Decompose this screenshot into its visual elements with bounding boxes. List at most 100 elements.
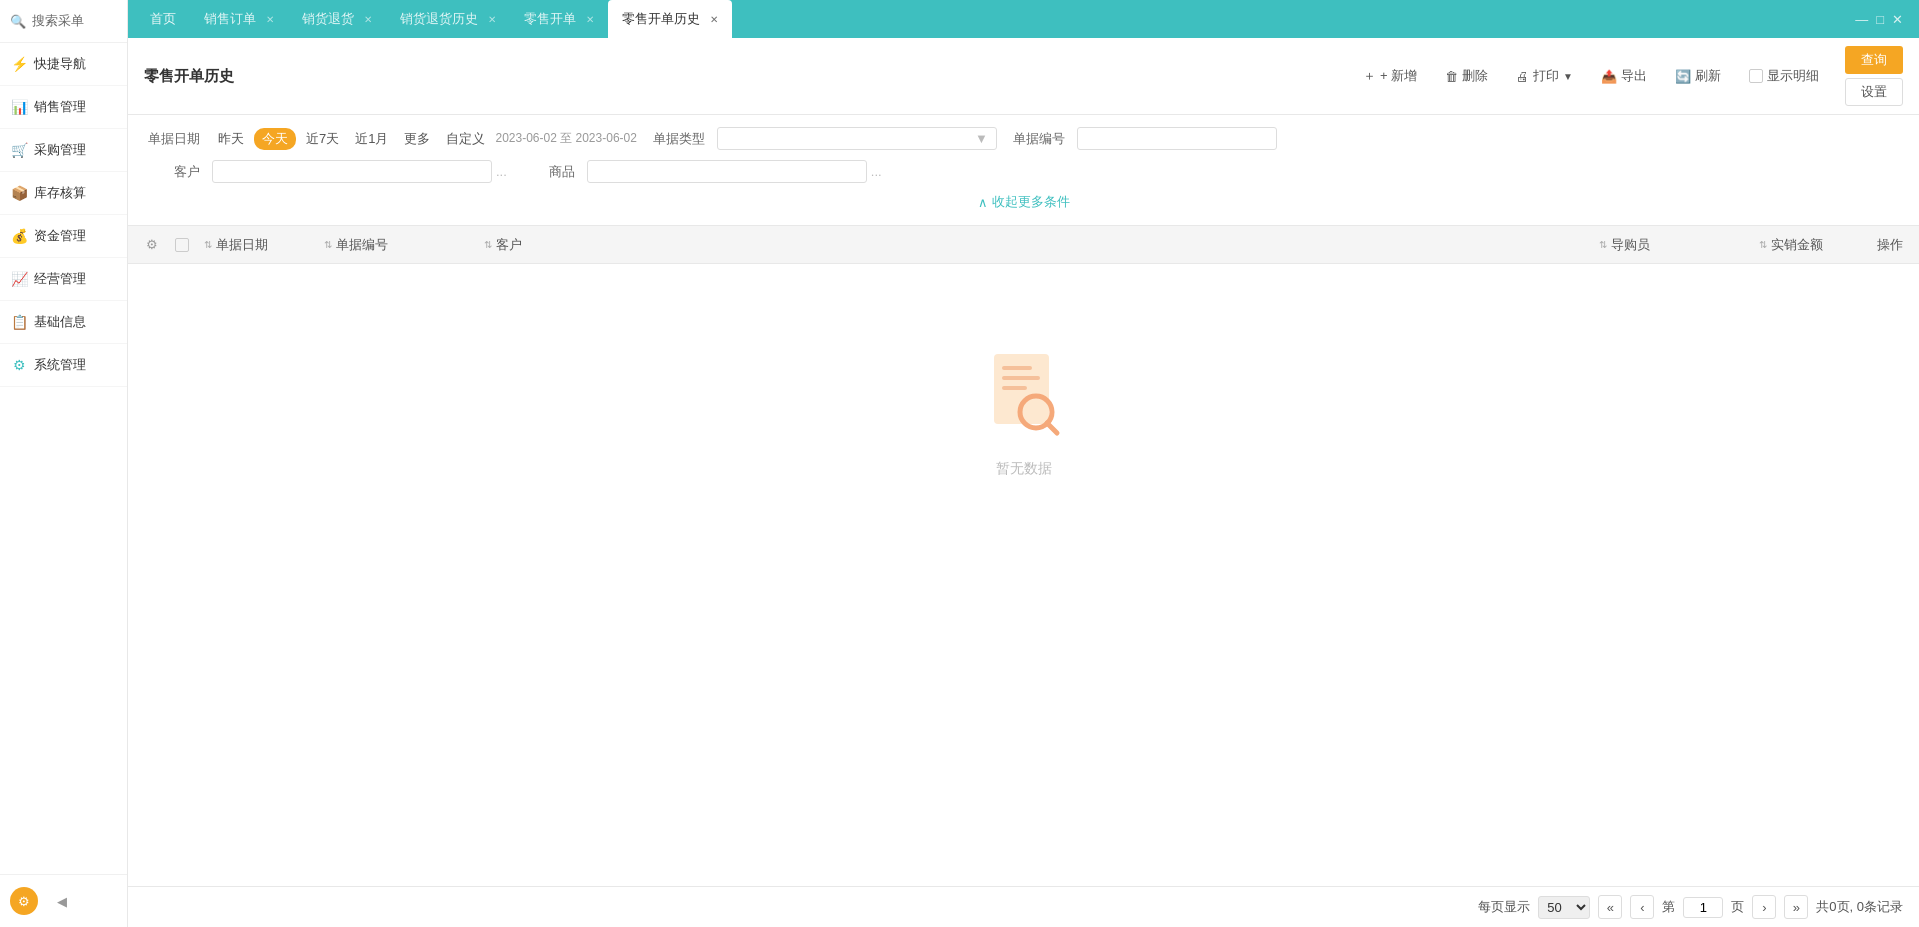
first-page-btn[interactable]: « [1598,895,1622,919]
last-page-btn[interactable]: » [1784,895,1808,919]
th-num[interactable]: ⇅ 单据编号 [316,236,476,254]
prev-page-btn[interactable]: ‹ [1630,895,1654,919]
sidebar-item-quick-nav[interactable]: ⚡ 快捷导航 [0,43,127,86]
sidebar-item-sales-mgmt[interactable]: 📊 销售管理 [0,86,127,129]
show-detail-checkbox[interactable] [1749,69,1763,83]
svg-point-6 [1026,402,1038,414]
filter-area: 单据日期 昨天 今天 近7天 近1月 更多 自定义 2023-06-02 至 2… [128,115,1919,226]
page-info: 共0页, 0条记录 [1816,898,1903,916]
tab-sales-return-close[interactable]: ✕ [364,14,372,25]
date-btn-7days[interactable]: 近7天 [300,128,345,150]
date-btn-today[interactable]: 今天 [254,128,296,150]
tab-sales-return-history-close[interactable]: ✕ [488,14,496,25]
page-title: 零售开单历史 [144,67,234,86]
tab-retail-open-history[interactable]: 零售开单历史 ✕ [608,0,732,38]
page-word: 第 [1662,898,1675,916]
page-word-end: 页 [1731,898,1744,916]
refresh-icon: 🔄 [1675,69,1691,84]
last-page-icon: » [1793,900,1800,915]
svg-rect-3 [1002,386,1027,390]
customer-dots[interactable]: ... [496,164,507,179]
tab-retail-open[interactable]: 零售开单 ✕ [510,0,608,38]
sidebar-item-sys-mgmt[interactable]: ⚙ 系统管理 [0,344,127,387]
customer-input[interactable] [212,160,492,183]
doc-num-input[interactable] [1077,127,1277,150]
tab-sales-return-history[interactable]: 销货退货历史 ✕ [386,0,510,38]
sidebar-item-base-info[interactable]: 📋 基础信息 [0,301,127,344]
sidebar-footer: ⚙ ◀ [0,874,127,927]
th-op: 操作 [1831,236,1911,254]
date-range-text: 2023-06-02 至 2023-06-02 [495,130,636,147]
add-icon: ＋ [1363,67,1376,85]
th-date[interactable]: ⇅ 单据日期 [196,236,316,254]
collapse-more-btn[interactable]: ∧ 收起更多条件 [144,189,1903,215]
settings-button[interactable]: 设置 [1845,78,1903,106]
base-info-icon: 📋 [10,313,28,331]
export-button[interactable]: 📤 导出 [1591,63,1657,89]
settings-icon: ⚙ [18,894,30,909]
pagination: 每页显示 50 10 20 100 « ‹ 第 页 › » 共0页, 0条记录 [128,886,1919,927]
tab-sales-order-close[interactable]: ✕ [266,14,274,25]
sidebar-item-label-sys-mgmt: 系统管理 [34,356,86,374]
delete-button[interactable]: 🗑 删除 [1435,63,1498,89]
th-amount[interactable]: ⇅ 实销金额 [1711,236,1831,254]
th-amount-sort-icon: ⇅ [1759,239,1767,250]
tab-sales-return[interactable]: 销货退货 ✕ [288,0,386,38]
refresh-button[interactable]: 🔄 刷新 [1665,63,1731,89]
window-minimize[interactable]: — [1855,12,1868,27]
doc-type-filter-label: 单据类型 [649,130,705,148]
print-arrow-icon: ▼ [1563,71,1573,82]
main-content: 首页 销售订单 ✕ 销货退货 ✕ 销货退货历史 ✕ 零售开单 ✕ 零售开单历史 … [128,0,1919,927]
doc-type-select[interactable]: ▼ [717,127,997,150]
tab-retail-open-close[interactable]: ✕ [586,14,594,25]
settings-btn[interactable]: ⚙ [10,887,38,915]
doc-num-filter-label: 单据编号 [1009,130,1065,148]
sidebar: 🔍 搜索采单 ⚡ 快捷导航 📊 销售管理 🛒 采购管理 📦 库存核算 💰 资金管… [0,0,128,927]
purchase-mgmt-icon: 🛒 [10,141,28,159]
empty-text: 暂无数据 [996,460,1052,478]
th-client-sort-icon: ⇅ [484,239,492,250]
page-num-input[interactable] [1683,897,1723,918]
column-settings-btn[interactable]: ⚙ [136,237,168,252]
tab-retail-open-history-close[interactable]: ✕ [710,14,718,25]
th-client[interactable]: ⇅ 客户 [476,236,1591,254]
next-page-icon: › [1762,900,1766,915]
page-size-select[interactable]: 50 10 20 100 [1538,896,1590,919]
goods-input[interactable] [587,160,867,183]
sidebar-item-label-finance: 资金管理 [34,227,86,245]
date-btn-yesterday[interactable]: 昨天 [212,128,250,150]
print-button[interactable]: 🖨 打印 ▼ [1506,63,1583,89]
tabs-right: — □ ✕ [1855,12,1911,27]
goods-dots[interactable]: ... [871,164,882,179]
date-btn-custom[interactable]: 自定义 [440,128,491,150]
date-btn-more[interactable]: 更多 [398,128,436,150]
sidebar-item-finance[interactable]: 💰 资金管理 [0,215,127,258]
sidebar-item-label-base-info: 基础信息 [34,313,86,331]
show-detail-button[interactable]: 显示明细 [1739,63,1829,89]
date-buttons: 昨天 今天 近7天 近1月 更多 自定义 2023-06-02 至 2023-0… [212,128,637,150]
empty-icon [974,344,1074,444]
next-page-btn[interactable]: › [1752,895,1776,919]
goods-filter-label: 商品 [519,163,575,181]
quick-nav-icon: ⚡ [10,55,28,73]
window-close[interactable]: ✕ [1892,12,1903,27]
select-all-checkbox[interactable] [168,238,196,252]
sidebar-item-operations[interactable]: 📈 经营管理 [0,258,127,301]
sidebar-item-label-purchase-mgmt: 采购管理 [34,141,86,159]
query-button[interactable]: 查询 [1845,46,1903,74]
page-size-label: 每页显示 [1478,898,1530,916]
window-maximize[interactable]: □ [1876,12,1884,27]
tab-sales-order[interactable]: 销售订单 ✕ [190,0,288,38]
th-guide[interactable]: ⇅ 导购员 [1591,236,1711,254]
date-filter-label: 单据日期 [144,130,200,148]
sidebar-item-inventory[interactable]: 📦 库存核算 [0,172,127,215]
svg-rect-1 [1002,366,1032,370]
sidebar-item-purchase-mgmt[interactable]: 🛒 采购管理 [0,129,127,172]
sidebar-search[interactable]: 🔍 搜索采单 [0,0,127,43]
th-guide-sort-icon: ⇅ [1599,239,1607,250]
collapse-btn[interactable]: ◀ [48,887,76,915]
add-button[interactable]: ＋ + 新增 [1353,63,1427,89]
date-btn-1month[interactable]: 近1月 [349,128,394,150]
tab-home[interactable]: 首页 [136,0,190,38]
th-date-sort-icon: ⇅ [204,239,212,250]
